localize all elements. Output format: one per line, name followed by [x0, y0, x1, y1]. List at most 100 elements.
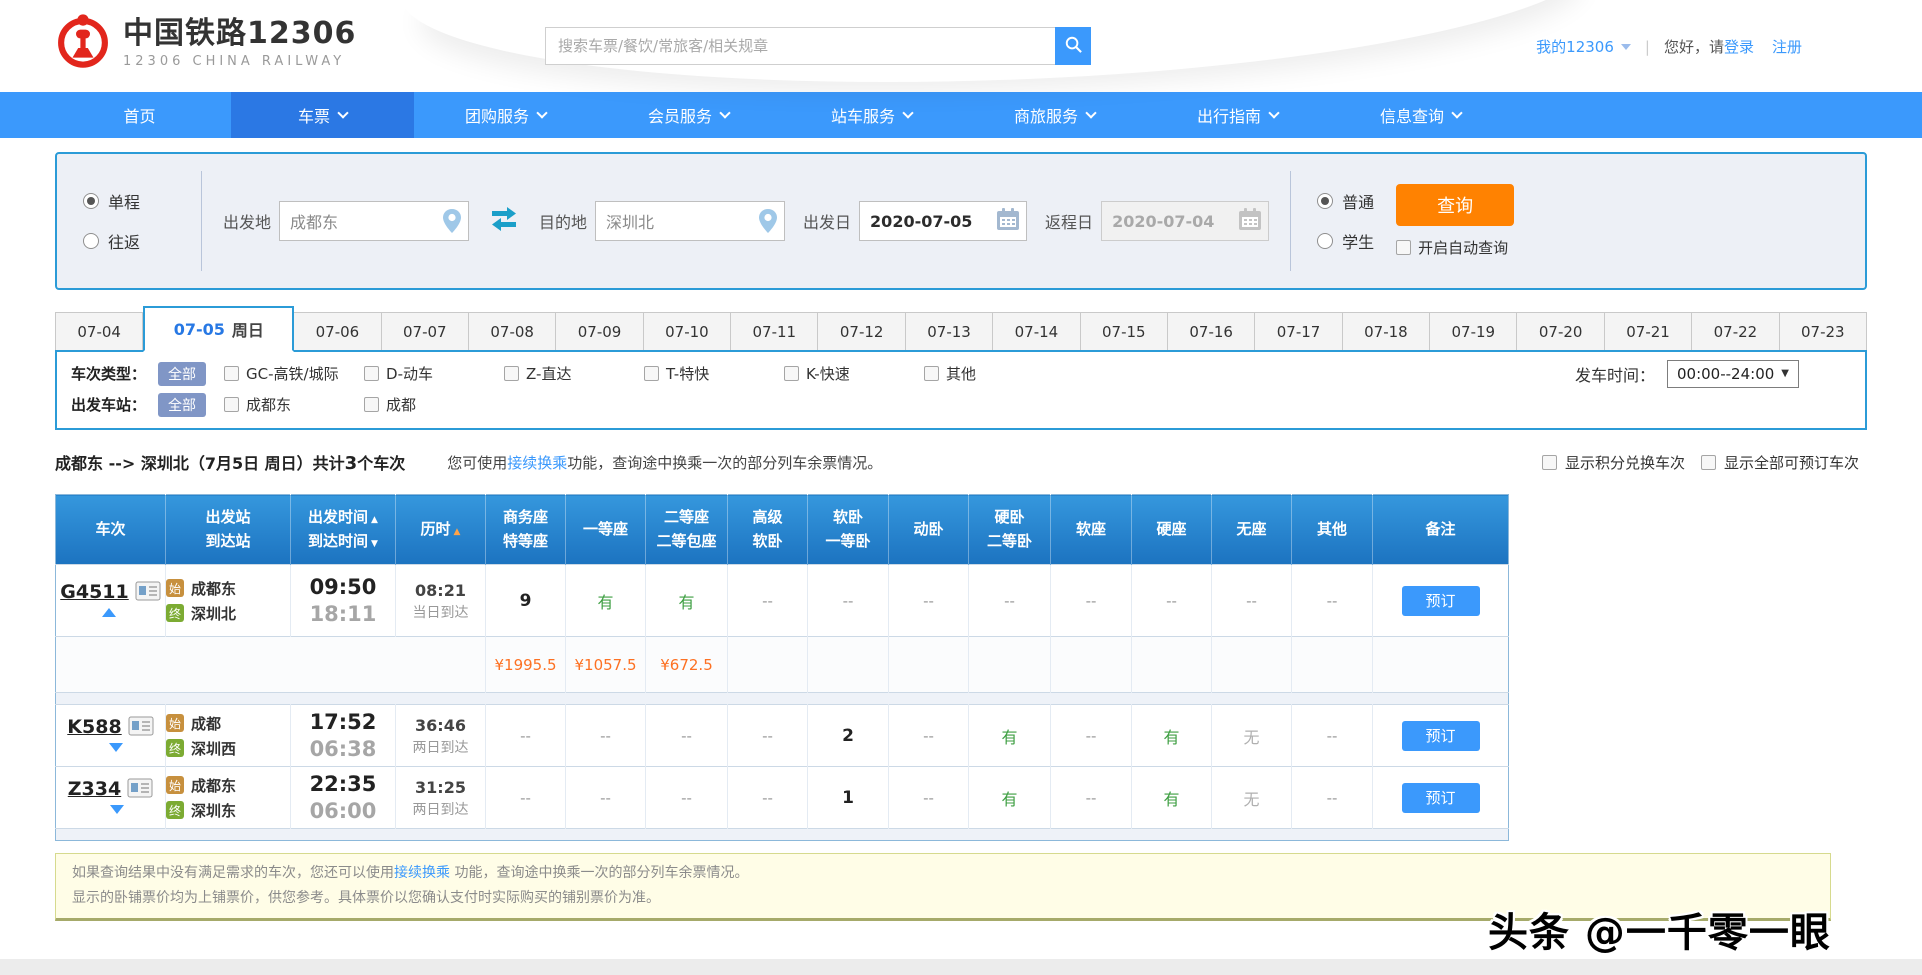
date-tab[interactable]: 07-13 [905, 312, 994, 350]
seat-cell: -- [565, 704, 646, 767]
station-all-badge[interactable]: 全部 [158, 392, 207, 417]
links-divider: | [1644, 37, 1650, 56]
nav-item[interactable]: 商旅服务 [963, 92, 1146, 138]
transfer-link[interactable]: 接续换乘 [507, 454, 567, 472]
nav-item[interactable]: 出行指南 [1146, 92, 1329, 138]
nav-item[interactable]: 车票 [231, 92, 414, 138]
date-tab[interactable]: 07-17 [1255, 312, 1343, 350]
column-header[interactable]: 历时 ▲ [395, 494, 486, 565]
column-header: 无座 [1211, 494, 1292, 565]
login-link[interactable]: 登录 [1724, 36, 1754, 57]
show-all-checkbox[interactable]: 显示全部可预订车次 [1700, 452, 1859, 473]
train-code-link[interactable]: K588 [67, 716, 121, 738]
round-trip-radio[interactable]: 往返 [83, 229, 189, 253]
chevron-down-icon [902, 107, 914, 119]
calendar-icon[interactable] [996, 208, 1020, 235]
my-12306-link[interactable]: 我的12306 [1536, 36, 1614, 57]
price-cell: ¥672.5 [645, 636, 728, 693]
depart-time: 17:52 [309, 709, 377, 734]
student-passenger-radio[interactable]: 学生 [1317, 229, 1374, 253]
nav-item[interactable]: 信息查询 [1329, 92, 1512, 138]
one-way-radio[interactable]: 单程 [83, 189, 189, 213]
expand-icon[interactable] [102, 607, 117, 617]
date-tab-strip: 07-04 07-05 周日 07-06 07-07 07-08 07-09 07-10 07-… [55, 306, 1867, 352]
chevron-down-icon [337, 107, 349, 119]
date-tab[interactable]: 07-12 [818, 312, 906, 350]
train-type-checkbox[interactable]: T-特快 [644, 363, 784, 384]
logo[interactable]: 中国铁路12306 12306 CHINA RAILWAY [55, 12, 356, 74]
nav-item[interactable]: 会员服务 [597, 92, 780, 138]
spacer-row [55, 828, 1509, 841]
book-button[interactable]: 预订 [1401, 720, 1480, 751]
date-tab[interactable]: 07-09 [556, 312, 644, 350]
date-tab[interactable]: 07-05 周日 [143, 306, 295, 352]
date-tab[interactable]: 07-23 [1779, 312, 1867, 350]
station-name: 成都东 [191, 776, 237, 795]
column-header: 二等座 二等包座 [645, 494, 728, 565]
nav-item[interactable]: 站车服务 [780, 92, 963, 138]
train-type-checkbox[interactable]: Z-直达 [504, 363, 644, 384]
duration: 31:25 [415, 777, 466, 797]
station-checkbox[interactable]: 成都东 [224, 394, 364, 415]
expand-icon[interactable] [109, 742, 124, 752]
date-tab[interactable]: 07-15 [1080, 312, 1168, 350]
date-tab[interactable]: 07-06 [294, 312, 382, 350]
book-button[interactable]: 预订 [1401, 585, 1480, 616]
normal-passenger-radio[interactable]: 普通 [1317, 189, 1374, 213]
date-tab[interactable]: 07-18 [1342, 312, 1431, 350]
date-tab[interactable]: 07-07 [381, 312, 469, 350]
train-code-link[interactable]: Z334 [68, 778, 121, 800]
query-button[interactable]: 查询 [1396, 184, 1515, 226]
id-card-icon [128, 716, 154, 740]
date-tab[interactable]: 07-22 [1692, 312, 1780, 350]
nav-item[interactable]: 团购服务 [414, 92, 597, 138]
date-tab[interactable]: 07-21 [1604, 312, 1693, 350]
arrive-time: 06:00 [309, 798, 377, 823]
book-button[interactable]: 预订 [1401, 782, 1480, 813]
nav-item[interactable]: 首页 [48, 92, 231, 138]
price-cell [888, 636, 969, 693]
train-type-checkbox[interactable]: D-动车 [364, 363, 504, 384]
swap-stations-icon[interactable] [488, 205, 520, 237]
start-badge: 始 [166, 776, 184, 794]
date-tab[interactable]: 07-10 [643, 312, 732, 350]
train-code-link[interactable]: G4511 [60, 581, 128, 603]
nav-item-label: 站车服务 [830, 107, 895, 126]
train-type-checkbox[interactable]: K-快速 [784, 363, 924, 384]
checkbox-label: 成都 [386, 396, 417, 414]
search-input[interactable] [545, 27, 1055, 65]
date-tab[interactable]: 07-14 [993, 312, 1081, 350]
expand-icon[interactable] [109, 804, 124, 814]
column-header[interactable]: 出发时间 ▲ 到达时间 ▼ [290, 494, 396, 565]
search-button[interactable] [1055, 27, 1091, 65]
column-header: 备注 [1372, 494, 1509, 565]
date-tab[interactable]: 07-20 [1517, 312, 1605, 350]
to-station-input[interactable] [595, 201, 786, 241]
checkbox-icon [784, 366, 800, 381]
checkbox-icon [364, 366, 380, 381]
train-type-checkbox[interactable]: 其他 [924, 363, 1064, 384]
from-station-input[interactable] [279, 201, 470, 241]
id-card-icon [127, 778, 153, 802]
date-tab[interactable]: 07-04 [55, 312, 144, 350]
date-tab[interactable]: 07-08 [468, 312, 557, 350]
tab-date-label: 07-17 [1276, 322, 1321, 341]
register-link[interactable]: 注册 [1772, 36, 1802, 57]
date-tab[interactable]: 07-19 [1430, 312, 1518, 350]
top-bar: 中国铁路12306 12306 CHINA RAILWAY 我的12306 | … [0, 0, 1922, 92]
start-badge: 始 [166, 714, 184, 732]
depart-time-select[interactable]: 00:00--24:00 ▼ [1667, 359, 1799, 388]
train-type-checkbox[interactable]: GC-高铁/城际 [224, 363, 364, 384]
auto-query-checkbox[interactable]: 开启自动查询 [1396, 237, 1508, 258]
train-type-all-badge[interactable]: 全部 [158, 361, 207, 386]
station-checkbox[interactable]: 成都 [364, 394, 504, 415]
date-tab[interactable]: 07-11 [731, 312, 819, 350]
seat-cell: -- [807, 564, 889, 637]
seat-cell: -- [968, 564, 1051, 637]
date-tab[interactable]: 07-16 [1167, 312, 1256, 350]
nav-item-label: 车票 [297, 107, 330, 126]
checkbox-label: 其他 [946, 365, 977, 383]
train-row: G4511 始成都东终深圳北 09:50 18:11 08:21 当日到达 9 有有 -- -- -… [55, 564, 1509, 637]
transfer-link[interactable]: 接续换乘 [394, 865, 450, 881]
show-points-checkbox[interactable]: 显示积分兑换车次 [1541, 452, 1685, 473]
